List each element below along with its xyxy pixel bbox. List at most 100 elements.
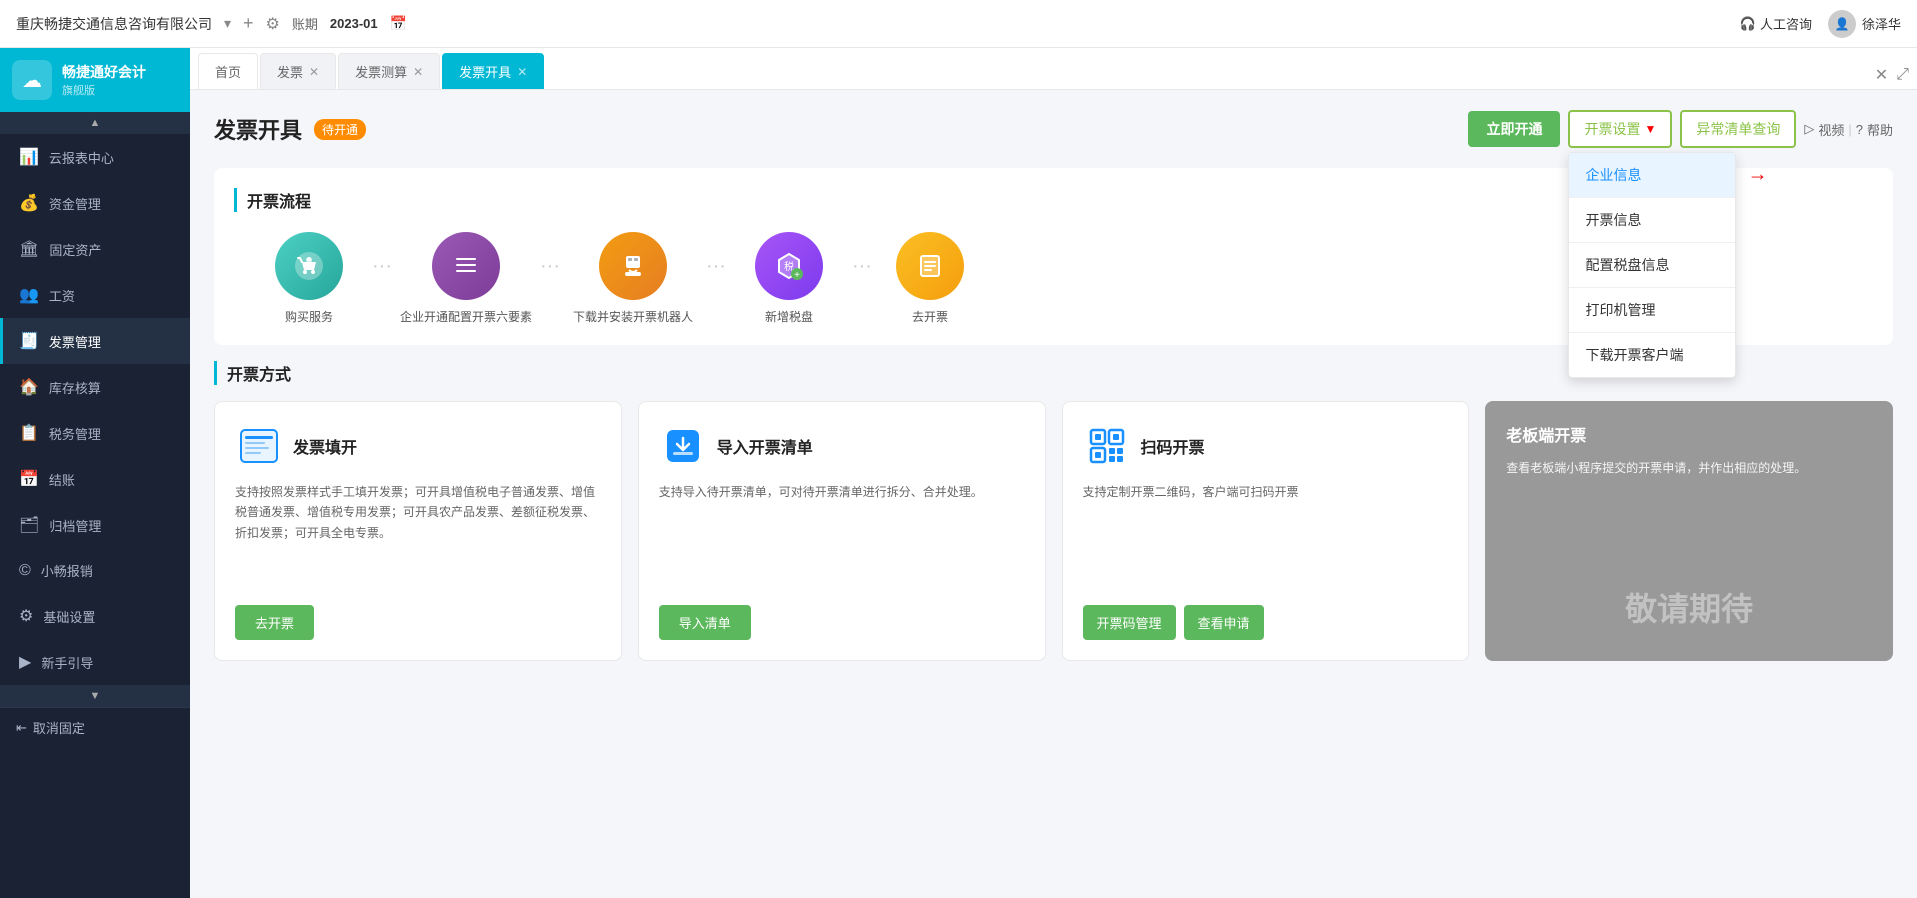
dropdown-printer-label: 打印机管理 [1585, 302, 1655, 318]
sidebar-item-shuiwu[interactable]: 📋 税务管理 [0, 410, 190, 456]
period-value: 2023-01 [330, 16, 378, 31]
config-label: 企业开通配置开票六要素 [400, 308, 532, 325]
settings-dropdown: 企业信息 → 开票信息 配置税盘信息 打印机管理 [1568, 152, 1736, 378]
sidebar-item-guidang[interactable]: 🗂 归档管理 [0, 502, 190, 548]
tab-fapiao-close[interactable]: ✕ [309, 65, 319, 79]
username: 徐泽华 [1862, 14, 1901, 33]
process-step-buy: 购买服务 [254, 232, 364, 325]
dropdown-taxdisk-label: 配置税盘信息 [1585, 257, 1669, 273]
sidebar-item-label: 归档管理 [49, 516, 101, 535]
sidebar-item-fapiao[interactable]: 🧾 发票管理 [0, 318, 190, 364]
method-card-import: 导入开票清单 支持导入待开票清单，可对待开票清单进行拆分、合并处理。 导入清单 [638, 401, 1046, 661]
tab-close-all-btn[interactable]: ✕ [1875, 65, 1888, 85]
scan-header: 扫码开票 [1083, 422, 1449, 470]
kucun-icon: 🏠 [19, 377, 39, 397]
red-arrow-icon: → [1747, 164, 1767, 187]
settings-icon[interactable]: ⚙ [266, 14, 280, 34]
consult-button[interactable]: 🎧 人工咨询 [1740, 14, 1812, 33]
scan-view-apply-btn[interactable]: 查看申请 [1184, 605, 1264, 640]
goinvoice-label: 去开票 [912, 308, 948, 325]
separator: | [1848, 122, 1851, 137]
method-card-scan: 扫码开票 支持定制开票二维码，客户端可扫码开票 开票码管理 查看申请 [1062, 401, 1470, 661]
import-btn[interactable]: 导入清单 [659, 605, 751, 640]
calendar-icon[interactable]: 📅 [390, 15, 407, 32]
dropdown-item-printer[interactable]: 打印机管理 [1569, 287, 1735, 332]
process-step-newdisk: 税 + 新增税盘 [734, 232, 844, 325]
dropdown-item-company-info[interactable]: 企业信息 → [1569, 153, 1735, 197]
xiaochang-icon: © [19, 562, 31, 580]
tab-home-label: 首页 [215, 62, 241, 81]
sidebar-item-xinshou[interactable]: ▶ 新手引导 [0, 639, 190, 685]
settings-button[interactable]: 开票设置 ▼ [1568, 110, 1672, 148]
add-company-icon[interactable]: + [243, 13, 254, 34]
buy-label: 购买服务 [285, 308, 333, 325]
sidebar-item-label: 小畅报销 [41, 561, 93, 580]
settings-chevron-icon: ▼ [1644, 122, 1656, 136]
methods-grid: 发票填开 支持按照发票样式手工填开发票；可开具增值税电子普通发票、增值税普通发票… [214, 401, 1893, 661]
cancel-fixed-btn[interactable]: ⇤ 取消固定 [0, 707, 190, 747]
dropdown-downloadclient-label: 下载开票客户端 [1585, 347, 1683, 363]
jichu-icon: ⚙ [19, 606, 33, 626]
arrow1: ··· [372, 255, 392, 302]
tab-kaiju-close[interactable]: ✕ [517, 65, 527, 79]
sidebar-item-jichu[interactable]: ⚙ 基础设置 [0, 593, 190, 639]
process-step-download: 下载并安装开票机器人 [568, 232, 698, 325]
period-label: 账期 [292, 14, 318, 33]
fill-icon [235, 422, 283, 470]
logo-area: ☁ 畅捷通好会计 旗舰版 [0, 48, 190, 112]
sidebar-item-label: 固定资产 [49, 240, 101, 259]
fill-go-btn[interactable]: 去开票 [235, 605, 314, 640]
logo-sub: 旗舰版 [62, 82, 146, 98]
help-circle-icon: ? [1856, 122, 1863, 137]
sidebar-scroll-up[interactable]: ▲ [0, 112, 190, 134]
status-badge: 待开通 [314, 119, 366, 140]
sidebar-item-kucun[interactable]: 🏠 库存核算 [0, 364, 190, 410]
download-label: 下载并安装开票机器人 [573, 308, 693, 325]
sidebar-item-gudingzichan[interactable]: 🏛 固定资产 [0, 226, 190, 272]
jiezhang-icon: 📅 [19, 469, 39, 489]
tab-kaiju-label: 发票开具 [459, 62, 511, 81]
process-step-goinvoice: 去开票 [880, 232, 980, 325]
boss-overlay: 敬请期待 [1486, 584, 1892, 630]
method-card-boss: 老板端开票 查看老板端小程序提交的开票申请，并作出相应的处理。 敬请期待 [1485, 401, 1893, 661]
xinshou-icon: ▶ [19, 652, 31, 672]
company-dropdown-icon[interactable]: ▾ [224, 15, 231, 32]
sidebar-item-gongzi[interactable]: 👥 工资 [0, 272, 190, 318]
svg-text:+: + [794, 270, 800, 281]
sidebar: ☁ 畅捷通好会计 旗舰版 ▲ 📊 云报表中心 💰 资金管理 🏛 固定资产 👥 工… [0, 48, 190, 898]
dropdown-item-download-client[interactable]: 下载开票客户端 [1569, 332, 1735, 377]
gongzi-icon: 👥 [19, 285, 39, 305]
video-help-area[interactable]: ▷ 视频 | ? 帮助 [1804, 120, 1893, 139]
activate-button[interactable]: 立即开通 [1468, 111, 1560, 147]
sidebar-item-label: 税务管理 [49, 424, 101, 443]
tab-maximize-btn[interactable]: ⤢ [1896, 66, 1909, 84]
tab-fapiao-kaiju[interactable]: 发票开具 ✕ [442, 53, 544, 89]
scan-code-manage-btn[interactable]: 开票码管理 [1083, 605, 1176, 640]
sidebar-scroll-down[interactable]: ▼ [0, 685, 190, 707]
tab-home[interactable]: 首页 [198, 53, 258, 89]
sidebar-item-xiaochang[interactable]: © 小畅报销 [0, 548, 190, 593]
dropdown-item-invoice-info[interactable]: 开票信息 [1569, 197, 1735, 242]
sidebar-item-label: 基础设置 [43, 607, 95, 626]
yunbao-icon: 📊 [19, 147, 39, 167]
sidebar-item-zijin[interactable]: 💰 资金管理 [0, 180, 190, 226]
guidang-icon: 🗂 [19, 515, 39, 535]
tab-cesuan-label: 发票测算 [355, 62, 407, 81]
sidebar-item-yunbao[interactable]: 📊 云报表中心 [0, 134, 190, 180]
dropdown-invoice-label: 开票信息 [1585, 212, 1641, 228]
sidebar-item-jiezhang[interactable]: 📅 结账 [0, 456, 190, 502]
fapiao-icon: 🧾 [19, 331, 39, 351]
sidebar-item-label: 云报表中心 [49, 148, 114, 167]
fill-desc: 支持按照发票样式手工填开发票；可开具增值税电子普通发票、增值税普通发票、增值税专… [235, 482, 601, 589]
user-menu[interactable]: 👤 徐泽华 [1828, 10, 1901, 38]
page-content: 发票开具 待开通 立即开通 开票设置 ▼ 企业信息 [190, 90, 1917, 898]
import-header: 导入开票清单 [659, 422, 1025, 470]
sidebar-item-label: 资金管理 [49, 194, 101, 213]
tab-cesuan-close[interactable]: ✕ [413, 65, 423, 79]
import-desc: 支持导入待开票清单，可对待开票清单进行拆分、合并处理。 [659, 482, 1025, 589]
logo-text: 畅捷通好会计 [62, 62, 146, 82]
dropdown-item-tax-disk[interactable]: 配置税盘信息 [1569, 242, 1735, 287]
abnormal-button[interactable]: 异常清单查询 [1680, 110, 1796, 148]
tab-fapiao[interactable]: 发票 ✕ [260, 53, 336, 89]
tab-fapiao-cesuan[interactable]: 发票测算 ✕ [338, 53, 440, 89]
